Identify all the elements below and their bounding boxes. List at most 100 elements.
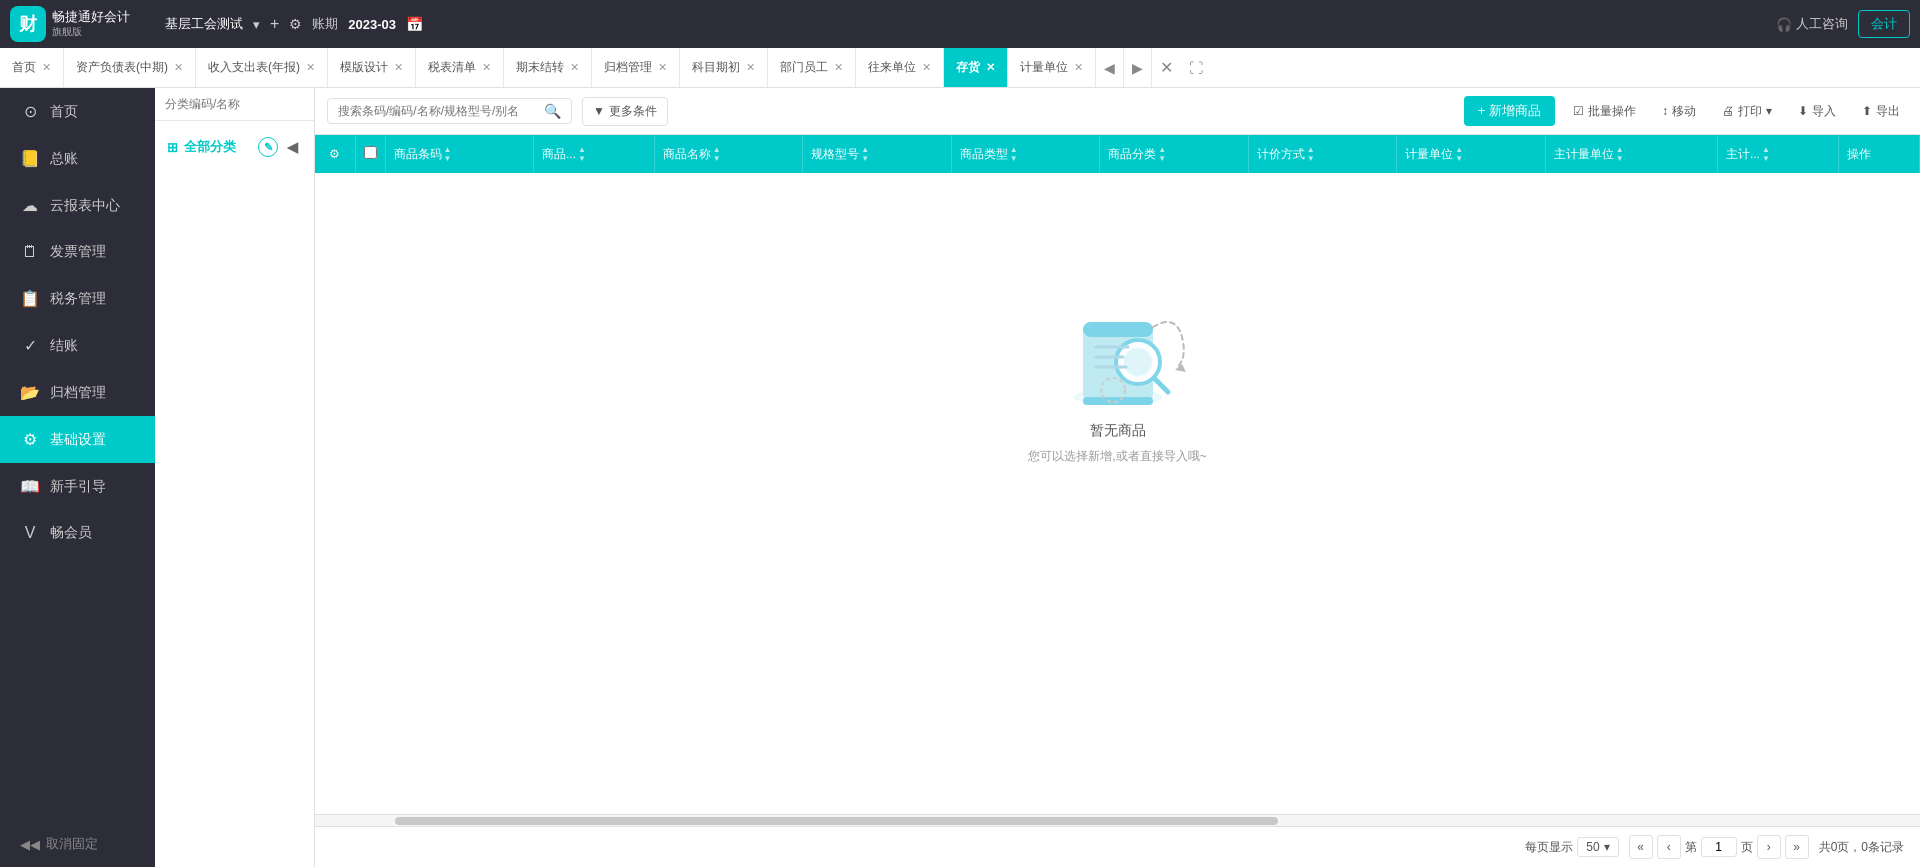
sidebar-item-cloud[interactable]: ☁ 云报表中心 bbox=[0, 182, 155, 229]
sidebar-item-archive[interactable]: 📂 归档管理 bbox=[0, 369, 155, 416]
scrollbar-thumb[interactable] bbox=[395, 817, 1278, 825]
settings-icon: ⚙ bbox=[20, 430, 40, 449]
tab-close-icon[interactable]: ✕ bbox=[482, 61, 491, 74]
col-price-method[interactable]: 计价方式 ▲▼ bbox=[1248, 135, 1396, 173]
period-value: 2023-03 bbox=[348, 17, 396, 32]
tab-close-icon[interactable]: ✕ bbox=[174, 61, 183, 74]
col-settings[interactable]: ⚙ bbox=[315, 135, 355, 173]
headset-icon: 🎧 bbox=[1776, 17, 1792, 32]
settings-icon[interactable]: ⚙ bbox=[289, 16, 302, 32]
tab-close-icon[interactable]: ✕ bbox=[1074, 61, 1083, 74]
filter-button[interactable]: ▼ 更多条件 bbox=[582, 97, 668, 126]
help-button[interactable]: 🎧 人工咨询 bbox=[1776, 15, 1848, 33]
batch-icon: ☑ bbox=[1573, 104, 1584, 118]
tab-close-all-btn[interactable]: ✕ bbox=[1152, 48, 1181, 88]
tab-department[interactable]: 部门员工 ✕ bbox=[768, 48, 856, 88]
page-size-selector: 每页显示 50 ▾ bbox=[1525, 837, 1618, 857]
first-page-btn[interactable]: « bbox=[1629, 835, 1653, 859]
tab-subject[interactable]: 科目期初 ✕ bbox=[680, 48, 768, 88]
tab-bar: 首页 ✕ 资产负债表(中期) ✕ 收入支出表(年报) ✕ 模版设计 ✕ 税表清单… bbox=[0, 48, 1920, 88]
tab-close-icon[interactable]: ✕ bbox=[42, 61, 51, 74]
page-size-value: 50 bbox=[1586, 840, 1599, 854]
move-button[interactable]: ↕ 移动 bbox=[1654, 99, 1704, 124]
tab-home[interactable]: 首页 ✕ bbox=[0, 48, 64, 88]
tab-archive[interactable]: 归档管理 ✕ bbox=[592, 48, 680, 88]
tab-tax[interactable]: 税表清单 ✕ bbox=[416, 48, 504, 88]
product-search-input[interactable] bbox=[338, 104, 538, 118]
sort-arrows-icon: ▲▼ bbox=[1158, 145, 1166, 163]
tab-close-icon[interactable]: ✕ bbox=[834, 61, 843, 74]
tab-expand-btn[interactable]: ⛶ bbox=[1181, 48, 1211, 88]
tab-close-icon[interactable]: ✕ bbox=[746, 61, 755, 74]
sidebar-label: 结账 bbox=[50, 337, 78, 355]
vip-icon: V bbox=[20, 524, 40, 542]
tab-period-end[interactable]: 期末结转 ✕ bbox=[504, 48, 592, 88]
sidebar-item-invoice[interactable]: 🗒 发票管理 bbox=[0, 229, 155, 275]
calendar-icon[interactable]: 📅 bbox=[406, 16, 423, 32]
select-all-checkbox[interactable] bbox=[364, 146, 377, 159]
col-spec[interactable]: 规格型号 ▲▼ bbox=[803, 135, 951, 173]
sidebar-label: 基础设置 bbox=[50, 431, 106, 449]
col-extra[interactable]: 主计... ▲▼ bbox=[1717, 135, 1838, 173]
sidebar-item-vip[interactable]: V 畅会员 bbox=[0, 510, 155, 556]
move-icon: ↕ bbox=[1662, 104, 1668, 118]
horizontal-scrollbar[interactable] bbox=[315, 814, 1920, 826]
col-name[interactable]: 商品名称 ▲▼ bbox=[654, 135, 802, 173]
tab-balance[interactable]: 资产负债表(中期) ✕ bbox=[64, 48, 196, 88]
dropdown-icon: ▾ bbox=[1604, 840, 1610, 854]
tab-template[interactable]: 模版设计 ✕ bbox=[328, 48, 416, 88]
tab-next-btn[interactable]: ▶ bbox=[1124, 48, 1152, 88]
tab-close-icon[interactable]: ✕ bbox=[922, 61, 931, 74]
tab-unit[interactable]: 计量单位 ✕ bbox=[1008, 48, 1096, 88]
sidebar-item-settle[interactable]: ✓ 结账 bbox=[0, 322, 155, 369]
tab-close-icon[interactable]: ✕ bbox=[306, 61, 315, 74]
search-icon[interactable]: 🔍 bbox=[544, 103, 561, 119]
sidebar-item-guide[interactable]: 📖 新手引导 bbox=[0, 463, 155, 510]
tab-income[interactable]: 收入支出表(年报) ✕ bbox=[196, 48, 328, 88]
empty-title: 暂无商品 bbox=[1090, 422, 1146, 440]
page-number-input[interactable] bbox=[1701, 837, 1737, 857]
tab-prev-btn[interactable]: ◀ bbox=[1096, 48, 1124, 88]
batch-button[interactable]: ☑ 批量操作 bbox=[1565, 99, 1644, 124]
add-product-button[interactable]: + 新增商品 bbox=[1464, 96, 1555, 126]
tab-label: 收入支出表(年报) bbox=[208, 59, 300, 76]
next-page-btn[interactable]: › bbox=[1757, 835, 1781, 859]
page-size-dropdown[interactable]: 50 ▾ bbox=[1577, 837, 1618, 857]
tab-close-icon[interactable]: ✕ bbox=[986, 61, 995, 74]
tab-counterpart[interactable]: 往来单位 ✕ bbox=[856, 48, 944, 88]
home-icon: ⊙ bbox=[20, 102, 40, 121]
import-button[interactable]: ⬇ 导入 bbox=[1790, 99, 1844, 124]
account-button[interactable]: 会计 bbox=[1858, 10, 1910, 38]
prev-page-btn[interactable]: ‹ bbox=[1657, 835, 1681, 859]
col-unit[interactable]: 计量单位 ▲▼ bbox=[1397, 135, 1545, 173]
unpin-button[interactable]: ◀◀ 取消固定 bbox=[0, 821, 155, 867]
print-button[interactable]: 🖨 打印 ▾ bbox=[1714, 99, 1780, 124]
sidebar-item-home[interactable]: ⊙ 首页 bbox=[0, 88, 155, 135]
invoice-icon: 🗒 bbox=[20, 243, 40, 261]
tree-collapse-btn[interactable]: ◀ bbox=[282, 137, 302, 157]
tab-close-icon[interactable]: ✕ bbox=[570, 61, 579, 74]
tree-item-label: 全部分类 bbox=[184, 138, 236, 156]
sidebar-item-tax[interactable]: 📋 税务管理 bbox=[0, 275, 155, 322]
tab-close-icon[interactable]: ✕ bbox=[658, 61, 667, 74]
dropdown-icon[interactable]: ▾ bbox=[253, 17, 260, 32]
col-category[interactable]: 商品分类 ▲▼ bbox=[1100, 135, 1248, 173]
tree-item-all[interactable]: ⊞ 全部分类 ✎ ◀ bbox=[155, 129, 314, 165]
tab-inventory[interactable]: 存货 ✕ bbox=[944, 48, 1008, 88]
category-search-input[interactable] bbox=[165, 97, 315, 111]
col-code[interactable]: 商品... ▲▼ bbox=[533, 135, 654, 173]
col-barcode[interactable]: 商品条码 ▲▼ bbox=[385, 135, 533, 173]
col-type[interactable]: 商品类型 ▲▼ bbox=[951, 135, 1099, 173]
add-tab-btn[interactable]: + bbox=[270, 15, 279, 33]
empty-illustration bbox=[1038, 282, 1198, 422]
export-button[interactable]: ⬆ 导出 bbox=[1854, 99, 1908, 124]
col-checkbox[interactable] bbox=[355, 135, 385, 173]
col-main-unit[interactable]: 主计量单位 ▲▼ bbox=[1545, 135, 1717, 173]
last-page-btn[interactable]: » bbox=[1785, 835, 1809, 859]
sidebar-item-ledger[interactable]: 📒 总账 bbox=[0, 135, 155, 182]
svg-rect-2 bbox=[1083, 322, 1153, 337]
tab-close-icon[interactable]: ✕ bbox=[394, 61, 403, 74]
tree-edit-btn[interactable]: ✎ bbox=[258, 137, 278, 157]
sidebar-label: 归档管理 bbox=[50, 384, 106, 402]
sidebar-item-basic[interactable]: ⚙ 基础设置 bbox=[0, 416, 155, 463]
